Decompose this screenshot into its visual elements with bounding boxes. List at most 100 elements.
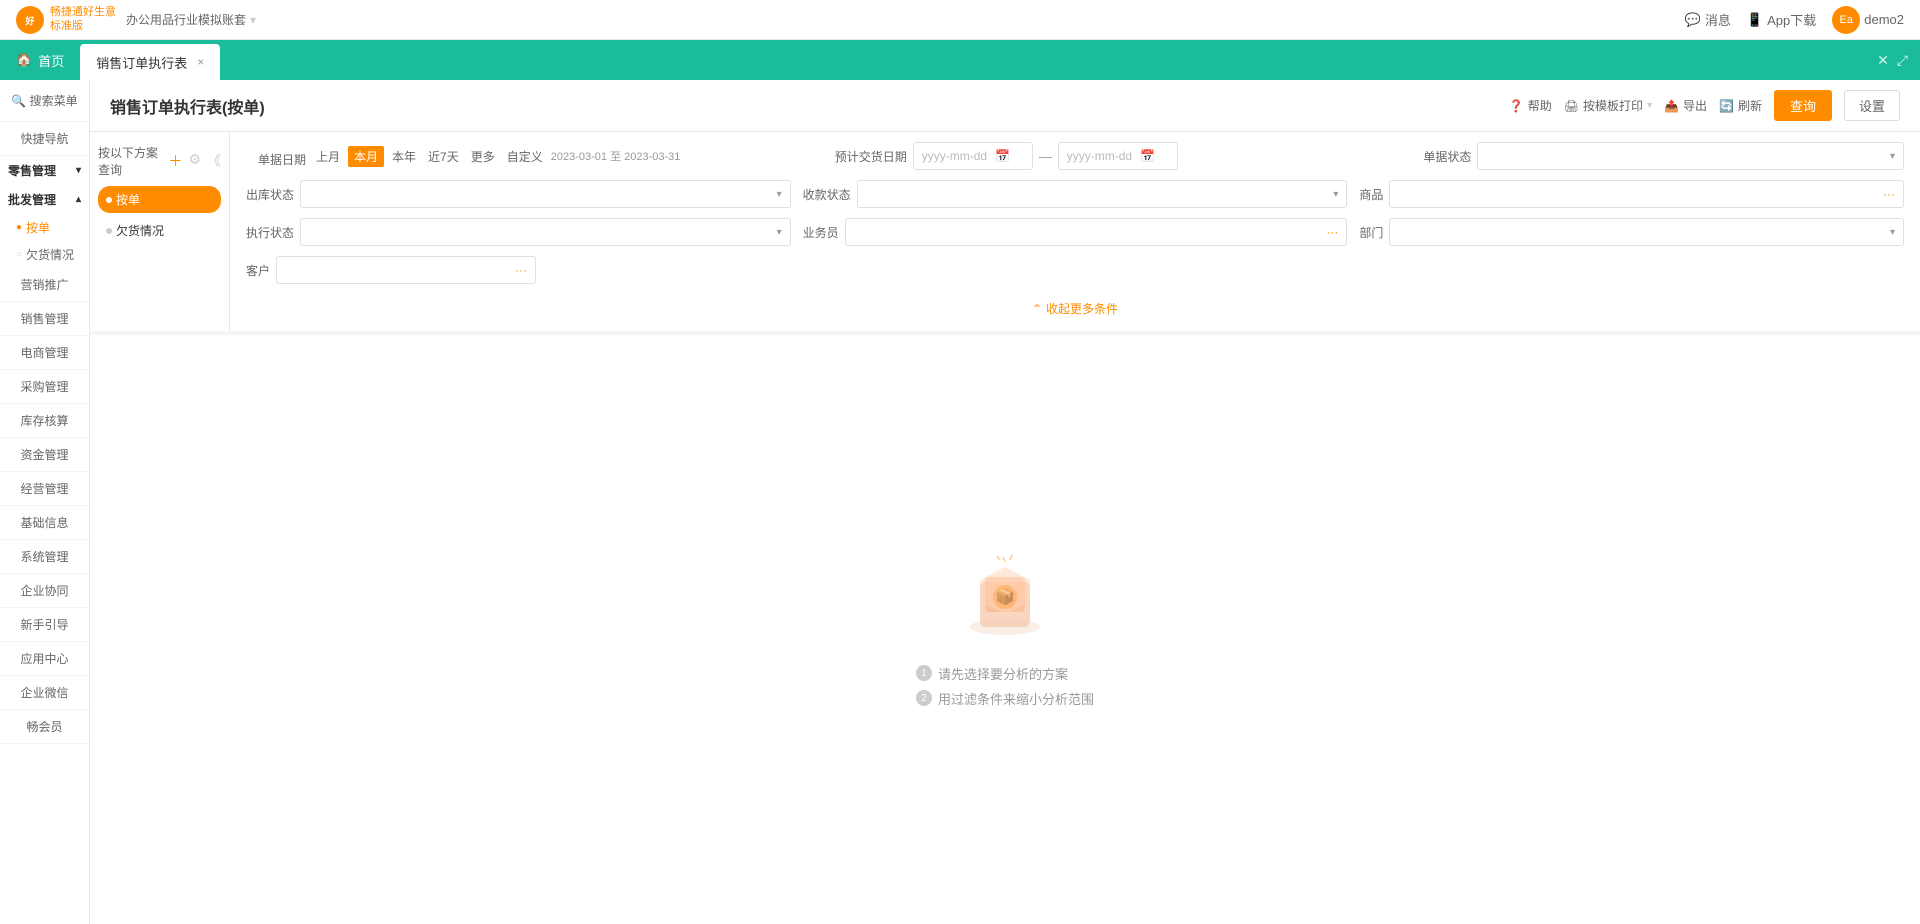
scheme-dot2: [106, 228, 112, 234]
sidebar-search: 🔍 搜索菜单: [0, 80, 89, 122]
empty-svg-icon: 📦: [955, 552, 1055, 652]
sidebar-item-basic-info[interactable]: 基础信息: [0, 506, 89, 540]
filter-scheme-title: 按以下方案查询 ＋ ⚙ 《: [98, 144, 221, 178]
sidebar-item-vip[interactable]: 畅会员: [0, 710, 89, 744]
page-header: 销售订单执行表(按单) ❓ 帮助 🖨 按模板打印 ▾ 📤 导出 🔄 刷新: [90, 80, 1920, 132]
date-tab-this-year[interactable]: 本年: [388, 146, 420, 167]
app-download-btn[interactable]: 📱 App下载: [1747, 10, 1816, 29]
sidebar-section-retail: 零售管理 ▾: [0, 156, 89, 185]
message-icon: 💬: [1685, 12, 1701, 28]
empty-hints: 1 请先选择要分析的方案 2 用过滤条件来缩小分析范围: [916, 664, 1094, 708]
svg-text:好: 好: [24, 15, 34, 26]
customer-more-icon: ···: [515, 263, 527, 277]
sidebar-item-system[interactable]: 系统管理: [0, 540, 89, 574]
page-actions: ❓ 帮助 🖨 按模板打印 ▾ 📤 导出 🔄 刷新 查询 设置: [1509, 90, 1900, 121]
customer-select[interactable]: ···: [276, 256, 536, 284]
filter-conditions: 单据日期 上月 本月 本年 近7天 更多 自定义 2023-03-01 至 20…: [230, 132, 1920, 331]
logo-area: 好 畅捷通好生意 标准版: [16, 6, 116, 34]
window-close-btn[interactable]: ✕: [1877, 52, 1889, 69]
help-btn[interactable]: ❓ 帮助: [1509, 97, 1552, 114]
settings-button[interactable]: 设置: [1844, 90, 1900, 121]
goods-more-icon: ···: [1883, 187, 1895, 201]
salesman-select[interactable]: ···: [845, 218, 1348, 246]
print-btn[interactable]: 🖨 按模板打印 ▾: [1564, 97, 1652, 114]
filter-row-4: 客户 ···: [246, 256, 1904, 284]
sidebar-item-enterprise-wechat[interactable]: 企业微信: [0, 676, 89, 710]
bill-status-select[interactable]: ▾: [1477, 142, 1904, 170]
sidebar-item-operations[interactable]: 经营管理: [0, 472, 89, 506]
scheme-item-by-order[interactable]: 按单: [98, 186, 221, 213]
filter-scheme-panel: 按以下方案查询 ＋ ⚙ 《 按单 欠货情况: [90, 132, 230, 331]
date-filter-label: 单据日期: [246, 145, 306, 168]
sidebar-item-quick-nav[interactable]: 快捷导航: [0, 122, 89, 156]
scheme-settings-icon[interactable]: ⚙: [188, 151, 201, 171]
collapse-filter-btn[interactable]: ⌃ 收起更多条件: [246, 294, 1904, 321]
exec-status-select[interactable]: ▾: [300, 218, 791, 246]
home-icon: 🏠: [16, 52, 32, 68]
expected-date-end-input[interactable]: yyyy-mm-dd 📅: [1058, 142, 1178, 170]
wholesale-arrow-icon: ▴: [76, 194, 81, 205]
export-btn[interactable]: 📤 导出: [1664, 97, 1707, 114]
ship-status-select[interactable]: ▾: [300, 180, 791, 208]
tab-home[interactable]: 🏠 首页: [0, 40, 80, 80]
calendar-icon2: 📅: [1140, 149, 1155, 163]
scheme-actions: ＋ ⚙ 《: [168, 151, 221, 171]
date-tab-custom[interactable]: 自定义: [503, 146, 547, 167]
expected-date-group: 预计交货日期 yyyy-mm-dd 📅 — yyyy-mm-dd 📅: [835, 142, 1412, 170]
sidebar-sub-item-backorder[interactable]: ○ 欠货情况: [0, 241, 89, 268]
scheme-collapse-icon[interactable]: 《: [207, 151, 221, 171]
date-tab-7days[interactable]: 近7天: [424, 146, 463, 167]
sidebar-item-finance[interactable]: 资金管理: [0, 438, 89, 472]
sidebar-item-app-center[interactable]: 应用中心: [0, 642, 89, 676]
sidebar-item-inventory[interactable]: 库存核算: [0, 404, 89, 438]
date-tab-last-month[interactable]: 上月: [312, 146, 344, 167]
sidebar-item-retail[interactable]: 零售管理 ▾: [0, 156, 89, 185]
query-button[interactable]: 查询: [1774, 90, 1832, 121]
sidebar-item-wholesale[interactable]: 批发管理 ▴: [0, 185, 89, 214]
sidebar-item-newbie[interactable]: 新手引导: [0, 608, 89, 642]
empty-state: 📦 1 请先选择要分析的方案 2 用过滤条件来缩小分析范围: [90, 335, 1920, 924]
date-tab-this-month[interactable]: 本月: [348, 146, 384, 167]
logo-text: 畅捷通好生意 标准版: [50, 6, 116, 32]
dept-label: 部门: [1359, 224, 1383, 241]
avatar: Ea: [1832, 6, 1860, 34]
date-tab-more[interactable]: 更多: [467, 146, 499, 167]
date-filter-group: 单据日期 上月 本月 本年 近7天 更多 自定义 2023-03-01 至 20…: [246, 145, 823, 168]
search-menu-btn[interactable]: 🔍 搜索菜单: [8, 88, 81, 113]
bill-status-label: 单据状态: [1423, 148, 1471, 165]
goods-group: 商品 ···: [1359, 180, 1904, 208]
sidebar-item-sales[interactable]: 销售管理: [0, 302, 89, 336]
payment-status-group: 收款状态 ▾: [803, 180, 1348, 208]
refresh-icon: 🔄: [1719, 99, 1734, 113]
scheme-add-icon[interactable]: ＋: [168, 151, 182, 171]
dept-select[interactable]: ▾: [1389, 218, 1904, 246]
sidebar-item-marketing[interactable]: 营销推广: [0, 268, 89, 302]
ship-dropdown-icon: ▾: [777, 189, 782, 200]
tab-close-btn[interactable]: ×: [197, 55, 204, 69]
refresh-btn[interactable]: 🔄 刷新: [1719, 97, 1762, 114]
filter-panel: 按以下方案查询 ＋ ⚙ 《 按单 欠货情况: [90, 132, 1920, 331]
sidebar-item-enterprise-collab[interactable]: 企业协同: [0, 574, 89, 608]
tab-sales-order-exec[interactable]: 销售订单执行表 ×: [80, 44, 220, 80]
goods-select[interactable]: ···: [1389, 180, 1904, 208]
hint-num-2: 2: [916, 690, 932, 706]
sidebar-item-purchase[interactable]: 采购管理: [0, 370, 89, 404]
topbar: 好 畅捷通好生意 标准版 办公用品行业模拟账套 ▾ 💬 消息 📱 App下载 E…: [0, 0, 1920, 40]
expected-date-start-input[interactable]: yyyy-mm-dd 📅: [913, 142, 1033, 170]
calendar-icon: 📅: [995, 149, 1010, 163]
message-btn[interactable]: 💬 消息: [1685, 10, 1731, 29]
payment-status-select[interactable]: ▾: [857, 180, 1348, 208]
scheme-item-backorder[interactable]: 欠货情况: [98, 217, 221, 244]
payment-status-label: 收款状态: [803, 186, 851, 203]
expected-date-label: 预计交货日期: [835, 148, 907, 165]
bill-status-dropdown-icon: ▾: [1890, 151, 1895, 162]
breadcrumb[interactable]: 办公用品行业模拟账套 ▾: [126, 11, 256, 28]
salesman-more-icon: ···: [1326, 225, 1338, 239]
retail-arrow-icon: ▾: [76, 165, 81, 176]
sidebar: 🔍 搜索菜单 快捷导航 零售管理 ▾ 批发管理 ▴ ● 按单 ○ 欠货: [0, 80, 90, 924]
filter-row-3: 执行状态 ▾ 业务员 ··· 部门: [246, 218, 1904, 246]
sidebar-sub-item-by-order[interactable]: ● 按单: [0, 214, 89, 241]
sidebar-item-ecom[interactable]: 电商管理: [0, 336, 89, 370]
window-maximize-btn[interactable]: ⤢: [1897, 52, 1908, 69]
user-menu[interactable]: Ea demo2: [1832, 6, 1904, 34]
